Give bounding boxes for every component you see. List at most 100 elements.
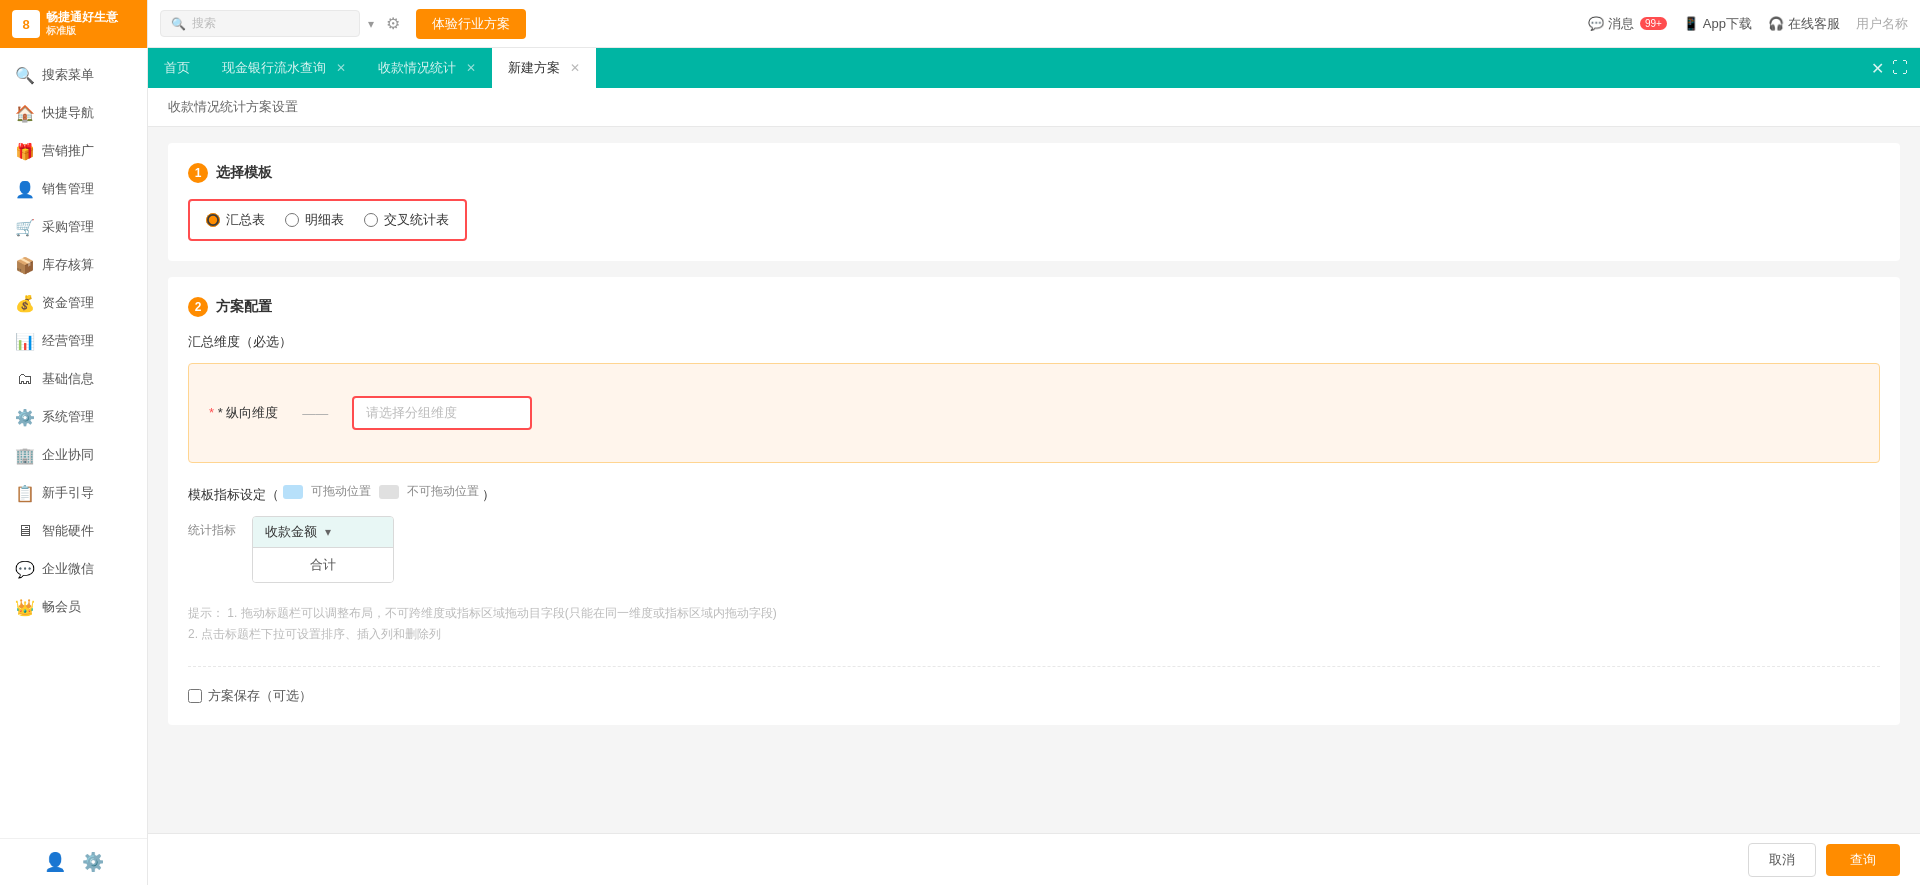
header: 🔍 搜索 ▾ ⚙ 体验行业方案 💬 消息 99+ 📱 App下载 🎧 在线客服 … [148, 0, 1920, 48]
monitor-icon: 🖥 [16, 522, 34, 540]
headset-icon: 🎧 [1768, 16, 1784, 31]
stat-table-header[interactable]: 收款金额 ▾ [253, 517, 393, 548]
col-header-label: 收款金额 [265, 523, 317, 541]
sidebar-item-marketing[interactable]: 🎁 营销推广 [0, 132, 147, 170]
save-label: 方案保存（可选） [208, 687, 312, 705]
step1-section: 1 选择模板 汇总表 明细表 交叉统计表 [168, 143, 1900, 261]
dropdown-arrow[interactable]: ▾ [368, 17, 374, 31]
guide-icon: 📋 [16, 484, 34, 502]
logo-name: 畅捷通好生意 [46, 10, 118, 24]
step1-num: 1 [188, 163, 208, 183]
sidebar-item-label: 资金管理 [42, 294, 94, 312]
crown-icon: 👑 [16, 598, 34, 616]
tab-new-plan[interactable]: 新建方案 ✕ [492, 48, 596, 88]
tab-close-icon[interactable]: ✕ [466, 61, 476, 75]
sidebar-item-label: 销售管理 [42, 180, 94, 198]
sidebar-item-inventory[interactable]: 📦 库存核算 [0, 246, 147, 284]
sidebar-item-label: 系统管理 [42, 408, 94, 426]
radio-summary[interactable]: 汇总表 [206, 211, 265, 229]
chart-icon: 📊 [16, 332, 34, 350]
header-right: 💬 消息 99+ 📱 App下载 🎧 在线客服 用户名称 [1588, 15, 1908, 33]
user-icon: 👤 [16, 180, 34, 198]
close-window-icon[interactable]: ✕ [1871, 59, 1884, 78]
stat-col-label: 统计指标 [188, 516, 236, 539]
sidebar-item-hardware[interactable]: 🖥 智能硬件 [0, 512, 147, 550]
indicator-settings: 模板指标设定（ 可拖动位置 不可拖动位置 ） 统计指标 [188, 483, 1880, 646]
tab-cash-query[interactable]: 现金银行流水查询 ✕ [206, 48, 362, 88]
tab-label: 新建方案 [508, 59, 560, 77]
search-text: 搜索 [192, 15, 216, 32]
sidebar-item-wechat[interactable]: 💬 企业微信 [0, 550, 147, 588]
avatar-icon[interactable]: 👤 [44, 851, 66, 873]
cart-icon: 🛒 [16, 218, 34, 236]
building-icon: 🏢 [16, 446, 34, 464]
sidebar-item-system[interactable]: ⚙️ 系统管理 [0, 398, 147, 436]
service-btn[interactable]: 🎧 在线客服 [1768, 15, 1840, 33]
sidebar-item-operation[interactable]: 📊 经营管理 [0, 322, 147, 360]
hint-text: 提示： 1. 拖动标题栏可以调整布局，不可跨维度或指标区域拖动目字段(只能在同一… [188, 603, 1880, 646]
sidebar-item-purchase[interactable]: 🛒 采购管理 [0, 208, 147, 246]
radio-detail[interactable]: 明细表 [285, 211, 344, 229]
required-star: * [209, 405, 214, 420]
radio-summary-input[interactable] [206, 213, 220, 227]
sidebar-item-label: 搜索菜单 [42, 66, 94, 84]
maximize-icon[interactable]: ⛶ [1892, 59, 1908, 77]
chevron-down-icon[interactable]: ▾ [325, 525, 331, 539]
sidebar-item-label: 快捷导航 [42, 104, 94, 122]
dimension-block: 汇总维度（必选） * * 纵向维度 —— 请选择分组维度 [188, 333, 1880, 463]
gift-icon: 🎁 [16, 142, 34, 160]
radio-detail-input[interactable] [285, 213, 299, 227]
query-button[interactable]: 查询 [1826, 844, 1900, 876]
radio-cross[interactable]: 交叉统计表 [364, 211, 449, 229]
sidebar-item-label: 企业协同 [42, 446, 94, 464]
sidebar-bottom: 👤 ⚙️ [0, 838, 147, 885]
tab-close-icon[interactable]: ✕ [336, 61, 346, 75]
save-checkbox[interactable] [188, 689, 202, 703]
tabs-controls: ✕ ⛶ [1871, 59, 1920, 78]
hint-line-1: 提示： 1. 拖动标题栏可以调整布局，不可跨维度或指标区域拖动目字段(只能在同一… [188, 603, 1880, 625]
step2-num: 2 [188, 297, 208, 317]
trial-btn[interactable]: 体验行业方案 [416, 9, 526, 39]
radio-cross-label: 交叉统计表 [384, 211, 449, 229]
sidebar-item-funds[interactable]: 💰 资金管理 [0, 284, 147, 322]
settings-icon[interactable]: ⚙️ [82, 851, 104, 873]
indicator-table-area: 统计指标 收款金额 ▾ 合计 [188, 516, 1880, 583]
sidebar-item-member[interactable]: 👑 畅会员 [0, 588, 147, 626]
tab-close-icon[interactable]: ✕ [570, 61, 580, 75]
dimension-select[interactable]: 请选择分组维度 [352, 396, 532, 430]
download-btn[interactable]: 📱 App下载 [1683, 15, 1752, 33]
sidebar: 8 畅捷通好生意 标准版 🔍 搜索菜单 🏠 快捷导航 🎁 营销推广 👤 销售管理… [0, 0, 148, 885]
footer: 取消 查询 [148, 833, 1920, 885]
settings-gear-icon[interactable]: ⚙ [386, 14, 400, 33]
sidebar-item-basic-info[interactable]: 🗂 基础信息 [0, 360, 147, 398]
sidebar-logo: 8 畅捷通好生意 标准版 [0, 0, 147, 48]
arrow-icon: —— [302, 406, 328, 421]
sidebar-item-label: 企业微信 [42, 560, 94, 578]
tab-receipt-stat[interactable]: 收款情况统计 ✕ [362, 48, 492, 88]
header-search[interactable]: 🔍 搜索 [160, 10, 360, 37]
home-icon: 🏠 [16, 104, 34, 122]
sidebar-item-guide[interactable]: 📋 新手引导 [0, 474, 147, 512]
fixed-legend-box [379, 485, 399, 499]
tab-home[interactable]: 首页 [148, 48, 206, 88]
gear-icon: ⚙️ [16, 408, 34, 426]
sidebar-item-label: 基础信息 [42, 370, 94, 388]
sidebar-item-search[interactable]: 🔍 搜索菜单 [0, 56, 147, 94]
row-dim-label: * * 纵向维度 [209, 404, 278, 422]
sidebar-item-label: 库存核算 [42, 256, 94, 274]
step1-label: 1 选择模板 [188, 163, 1880, 183]
download-icon: 📱 [1683, 16, 1699, 31]
message-badge: 99+ [1640, 17, 1667, 30]
sidebar-item-sales[interactable]: 👤 销售管理 [0, 170, 147, 208]
message-btn[interactable]: 💬 消息 99+ [1588, 15, 1667, 33]
radio-cross-input[interactable] [364, 213, 378, 227]
step2-section: 2 方案配置 汇总维度（必选） * * 纵向维度 —— 请选择分组维度 [168, 277, 1900, 725]
sidebar-item-quick-nav[interactable]: 🏠 快捷导航 [0, 94, 147, 132]
cancel-button[interactable]: 取消 [1748, 843, 1816, 877]
sidebar-item-enterprise[interactable]: 🏢 企业协同 [0, 436, 147, 474]
sidebar-nav: 🔍 搜索菜单 🏠 快捷导航 🎁 营销推广 👤 销售管理 🛒 采购管理 📦 库存核… [0, 48, 147, 838]
save-option[interactable]: 方案保存（可选） [188, 687, 1880, 705]
tab-label: 收款情况统计 [378, 59, 456, 77]
box-icon: 📦 [16, 256, 34, 274]
wechat-icon: 💬 [16, 560, 34, 578]
